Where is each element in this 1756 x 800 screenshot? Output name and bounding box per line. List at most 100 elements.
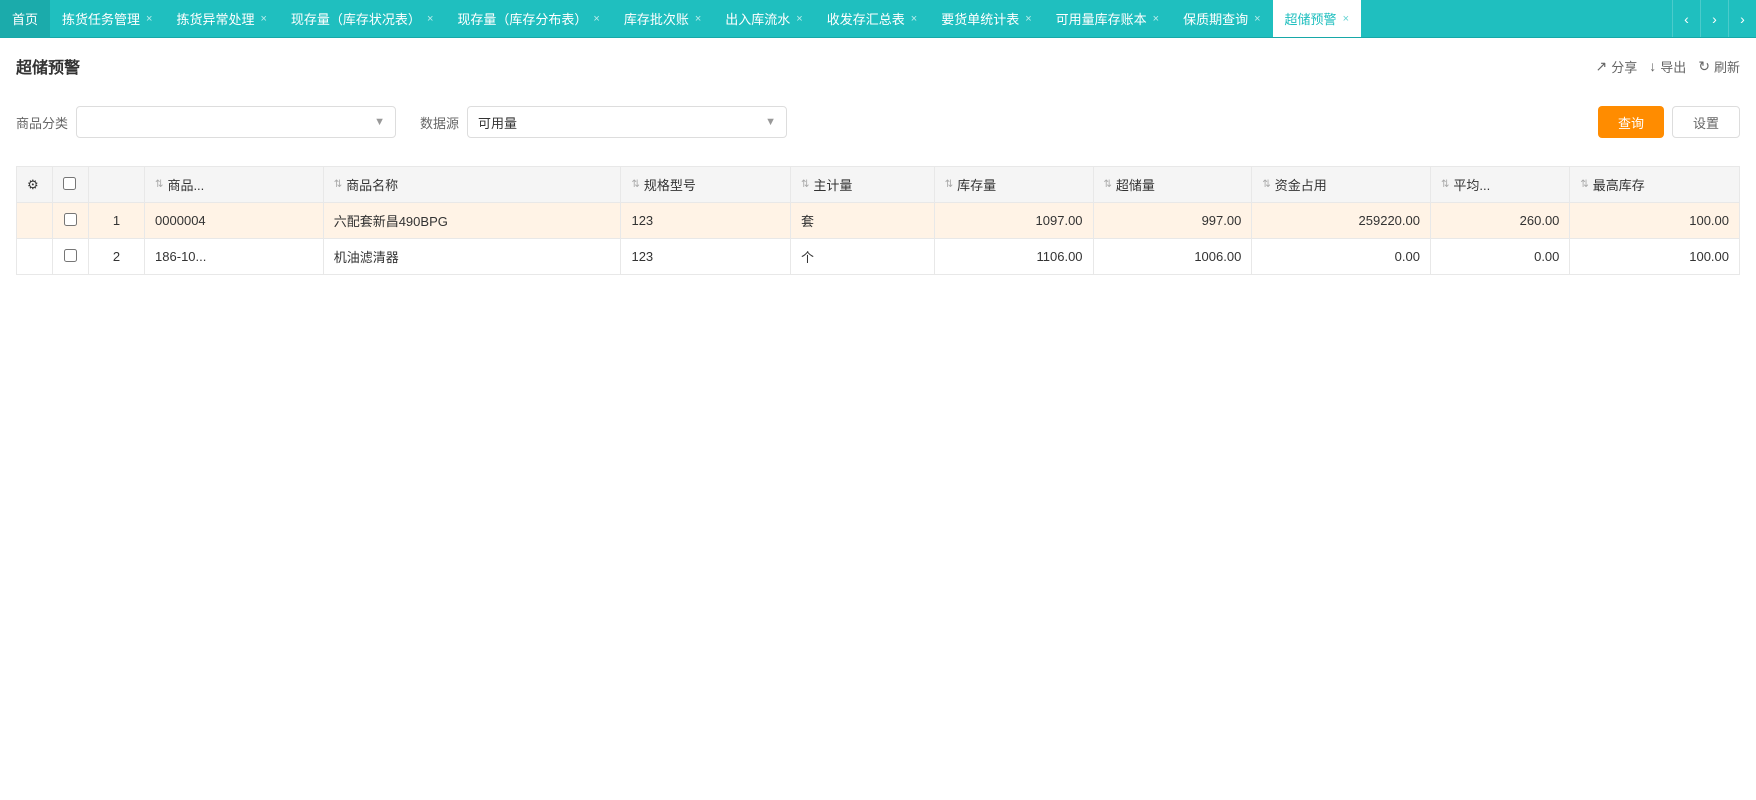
settings-button[interactable]: 设置 — [1672, 106, 1740, 138]
nav-overstock-warning[interactable]: 超储预警 × — [1273, 0, 1361, 38]
row1-over: 997.00 — [1093, 203, 1252, 239]
col-stock: ⇅ 库存量 — [934, 167, 1093, 203]
col-avg-label: 平均... — [1453, 175, 1490, 194]
table-row: 1 0000004 六配套新昌490BPG 123 套 1097.00 997.… — [17, 203, 1740, 239]
nav-order-stats[interactable]: 要货单统计表 × — [929, 0, 1043, 38]
category-label: 商品分类 — [16, 113, 68, 132]
page-content: 超储预警 ↗ 分享 ↓ 导出 ↻ 刷新 商品分类 ▼ 数据源 — [0, 38, 1756, 800]
col-over: ⇅ 超储量 — [1093, 167, 1252, 203]
row2-spec: 123 — [621, 239, 791, 275]
datasource-label: 数据源 — [420, 113, 459, 132]
select-all-checkbox[interactable] — [63, 177, 76, 190]
row1-capital: 259220.00 — [1252, 203, 1431, 239]
col-capital: ⇅ 资金占用 — [1252, 167, 1431, 203]
overstock-table: ⚙ ⇅ 商品... ⇅ 商品名 — [16, 166, 1740, 275]
row1-name: 六配套新昌490BPG — [323, 203, 621, 239]
export-icon: ↓ — [1649, 58, 1656, 74]
sort-spec-icon[interactable]: ⇅ — [631, 179, 639, 190]
refresh-icon: ↻ — [1698, 58, 1710, 75]
row2-gear — [17, 239, 53, 275]
datasource-dropdown-icon: ▼ — [765, 116, 776, 128]
nav-batch-account-close[interactable]: × — [695, 13, 701, 25]
nav-home[interactable]: 首页 — [0, 0, 50, 38]
nav-more-button[interactable]: › — [1728, 0, 1756, 38]
nav-collect-send-label: 收发存汇总表 — [827, 9, 905, 28]
nav-in-out-flow-close[interactable]: × — [796, 13, 802, 25]
row1-avg: 260.00 — [1430, 203, 1569, 239]
table-row: 2 186-10... 机油滤清器 123 个 1106.00 1006.00 … — [17, 239, 1740, 275]
row1-unit: 套 — [791, 203, 935, 239]
row1-gear — [17, 203, 53, 239]
category-dropdown-icon: ▼ — [374, 116, 385, 128]
nav-inventory-dist[interactable]: 现存量（库存分布表） × — [445, 0, 611, 38]
sort-avg-icon[interactable]: ⇅ — [1441, 179, 1449, 190]
nav-inventory-status-label: 现存量（库存状况表） — [291, 9, 421, 28]
nav-collect-send-close[interactable]: × — [911, 13, 917, 25]
datasource-value: 可用量 — [478, 113, 517, 132]
row2-checkbox[interactable] — [64, 249, 77, 262]
nav-abnormal[interactable]: 拣货异常处理 × — [164, 0, 278, 38]
row2-maxstock: 100.00 — [1570, 239, 1740, 275]
col-unit: ⇅ 主计量 — [791, 167, 935, 203]
nav-arrows: ‹ › › — [1672, 0, 1756, 38]
row2-unit: 个 — [791, 239, 935, 275]
col-over-label: 超储量 — [1116, 175, 1155, 194]
col-stock-label: 库存量 — [957, 175, 996, 194]
nav-in-out-flow[interactable]: 出入库流水 × — [713, 0, 814, 38]
col-spec-label: 规格型号 — [644, 175, 696, 194]
row1-checkbox[interactable] — [64, 213, 77, 226]
sort-unit-icon[interactable]: ⇅ — [801, 179, 809, 190]
page-title: 超储预警 — [16, 54, 80, 78]
nav-task-mgmt-close[interactable]: × — [146, 13, 152, 25]
row2-over: 1006.00 — [1093, 239, 1252, 275]
row1-spec: 123 — [621, 203, 791, 239]
row2-check — [53, 239, 89, 275]
category-select[interactable]: ▼ — [76, 106, 396, 138]
row2-name: 机油滤清器 — [323, 239, 621, 275]
sort-over-icon[interactable]: ⇅ — [1104, 179, 1112, 190]
col-maxstock: ⇅ 最高库存 — [1570, 167, 1740, 203]
export-label: 导出 — [1660, 57, 1686, 76]
row1-code: 0000004 — [145, 203, 324, 239]
sort-name-icon[interactable]: ⇅ — [334, 179, 342, 190]
nav-abnormal-close[interactable]: × — [260, 13, 266, 25]
refresh-button[interactable]: ↻ 刷新 — [1698, 57, 1740, 76]
nav-inventory-dist-label: 现存量（库存分布表） — [457, 9, 587, 28]
datasource-filter: 数据源 可用量 ▼ — [420, 106, 787, 138]
gear-icon[interactable]: ⚙ — [27, 177, 39, 192]
datasource-select[interactable]: 可用量 ▼ — [467, 106, 787, 138]
nav-overstock-warning-label: 超储预警 — [1285, 9, 1337, 28]
nav-order-stats-close[interactable]: × — [1025, 13, 1031, 25]
row1-check — [53, 203, 89, 239]
nav-batch-account[interactable]: 库存批次账 × — [612, 0, 713, 38]
nav-prev-button[interactable]: ‹ — [1672, 0, 1700, 38]
nav-inventory-status-close[interactable]: × — [427, 13, 433, 25]
col-num — [89, 167, 145, 203]
nav-quality-check[interactable]: 保质期查询 × — [1171, 0, 1272, 38]
row2-avg: 0.00 — [1430, 239, 1569, 275]
export-button[interactable]: ↓ 导出 — [1649, 57, 1686, 76]
nav-inventory-status[interactable]: 现存量（库存状况表） × — [279, 0, 445, 38]
col-name: ⇅ 商品名称 — [323, 167, 621, 203]
sort-stock-icon[interactable]: ⇅ — [945, 179, 953, 190]
nav-overstock-warning-close[interactable]: × — [1343, 13, 1349, 25]
nav-next-button[interactable]: › — [1700, 0, 1728, 38]
share-icon: ↗ — [1595, 58, 1607, 75]
sort-maxstock-icon[interactable]: ⇅ — [1580, 179, 1588, 190]
nav-collect-send[interactable]: 收发存汇总表 × — [815, 0, 929, 38]
sort-code-icon[interactable]: ⇅ — [155, 179, 163, 190]
nav-available-stock[interactable]: 可用量库存账本 × — [1044, 0, 1171, 38]
sort-capital-icon[interactable]: ⇅ — [1262, 179, 1270, 190]
query-button[interactable]: 查询 — [1598, 106, 1664, 138]
row2-num: 2 — [89, 239, 145, 275]
header-actions: ↗ 分享 ↓ 导出 ↻ 刷新 — [1595, 57, 1740, 76]
nav-task-mgmt[interactable]: 拣货任务管理 × — [50, 0, 164, 38]
share-button[interactable]: ↗ 分享 — [1595, 57, 1637, 76]
nav-inventory-dist-close[interactable]: × — [593, 13, 599, 25]
col-gear: ⚙ — [17, 167, 53, 203]
share-label: 分享 — [1611, 57, 1637, 76]
col-maxstock-label: 最高库存 — [1593, 175, 1645, 194]
refresh-label: 刷新 — [1714, 57, 1740, 76]
nav-available-stock-close[interactable]: × — [1153, 13, 1159, 25]
nav-quality-check-close[interactable]: × — [1254, 13, 1260, 25]
